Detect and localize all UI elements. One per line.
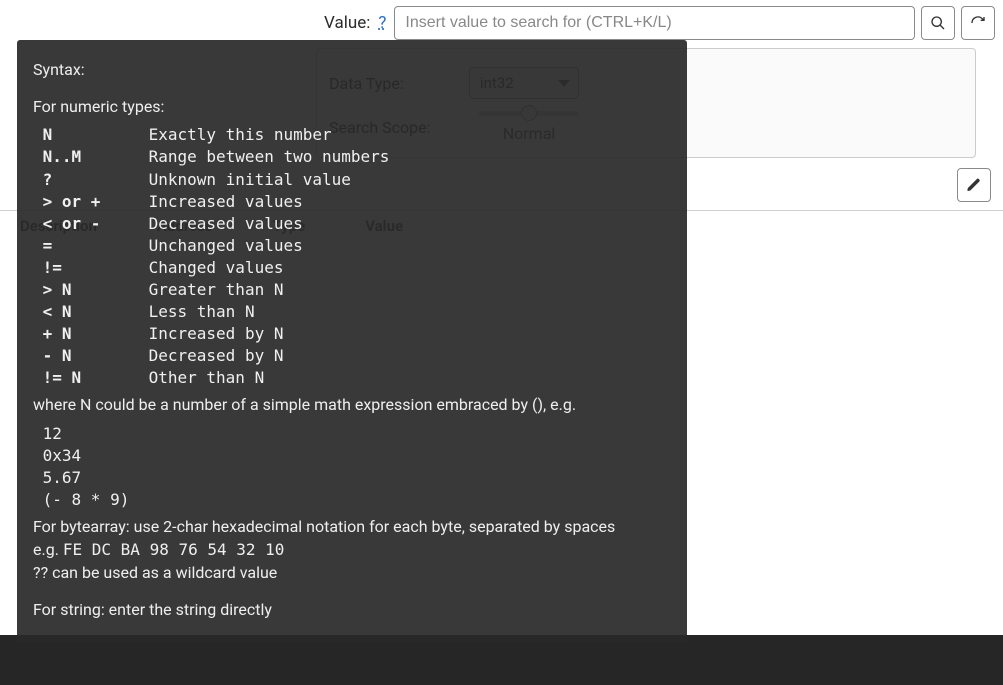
tooltip-numeric-header: For numeric types: (33, 95, 671, 118)
search-button[interactable] (921, 6, 955, 40)
edit-button[interactable] (957, 168, 991, 202)
refresh-icon (970, 15, 986, 31)
value-search-input[interactable] (394, 6, 915, 40)
tooltip-examples: 12 0x34 5.67 (- 8 * 9) (33, 423, 671, 511)
tooltip-bytearray-line: For bytearray: use 2-char hexadecimal no… (33, 515, 671, 538)
tooltip-where-line: where N could be a number of a simple ma… (33, 393, 671, 416)
tooltip-bytearray-example: e.g. FE DC BA 98 76 54 32 10 (33, 538, 671, 561)
tooltip-string-line: For string: enter the string directly (33, 598, 671, 621)
search-icon (930, 15, 946, 31)
tooltip-wildcard-line: ?? can be used as a wildcard value (33, 561, 671, 584)
syntax-help-tooltip: Syntax: For numeric types: N Exactly thi… (17, 40, 687, 642)
refresh-button[interactable] (961, 6, 995, 40)
pencil-icon (966, 177, 982, 193)
tooltip-syntax-header: Syntax: (33, 58, 671, 81)
value-help-icon[interactable]: ? (378, 13, 386, 33)
value-label: Value: (324, 13, 370, 33)
dim-overlay-bottom (0, 635, 1003, 685)
tooltip-syntax-table: N Exactly this number N..M Range between… (33, 124, 671, 389)
